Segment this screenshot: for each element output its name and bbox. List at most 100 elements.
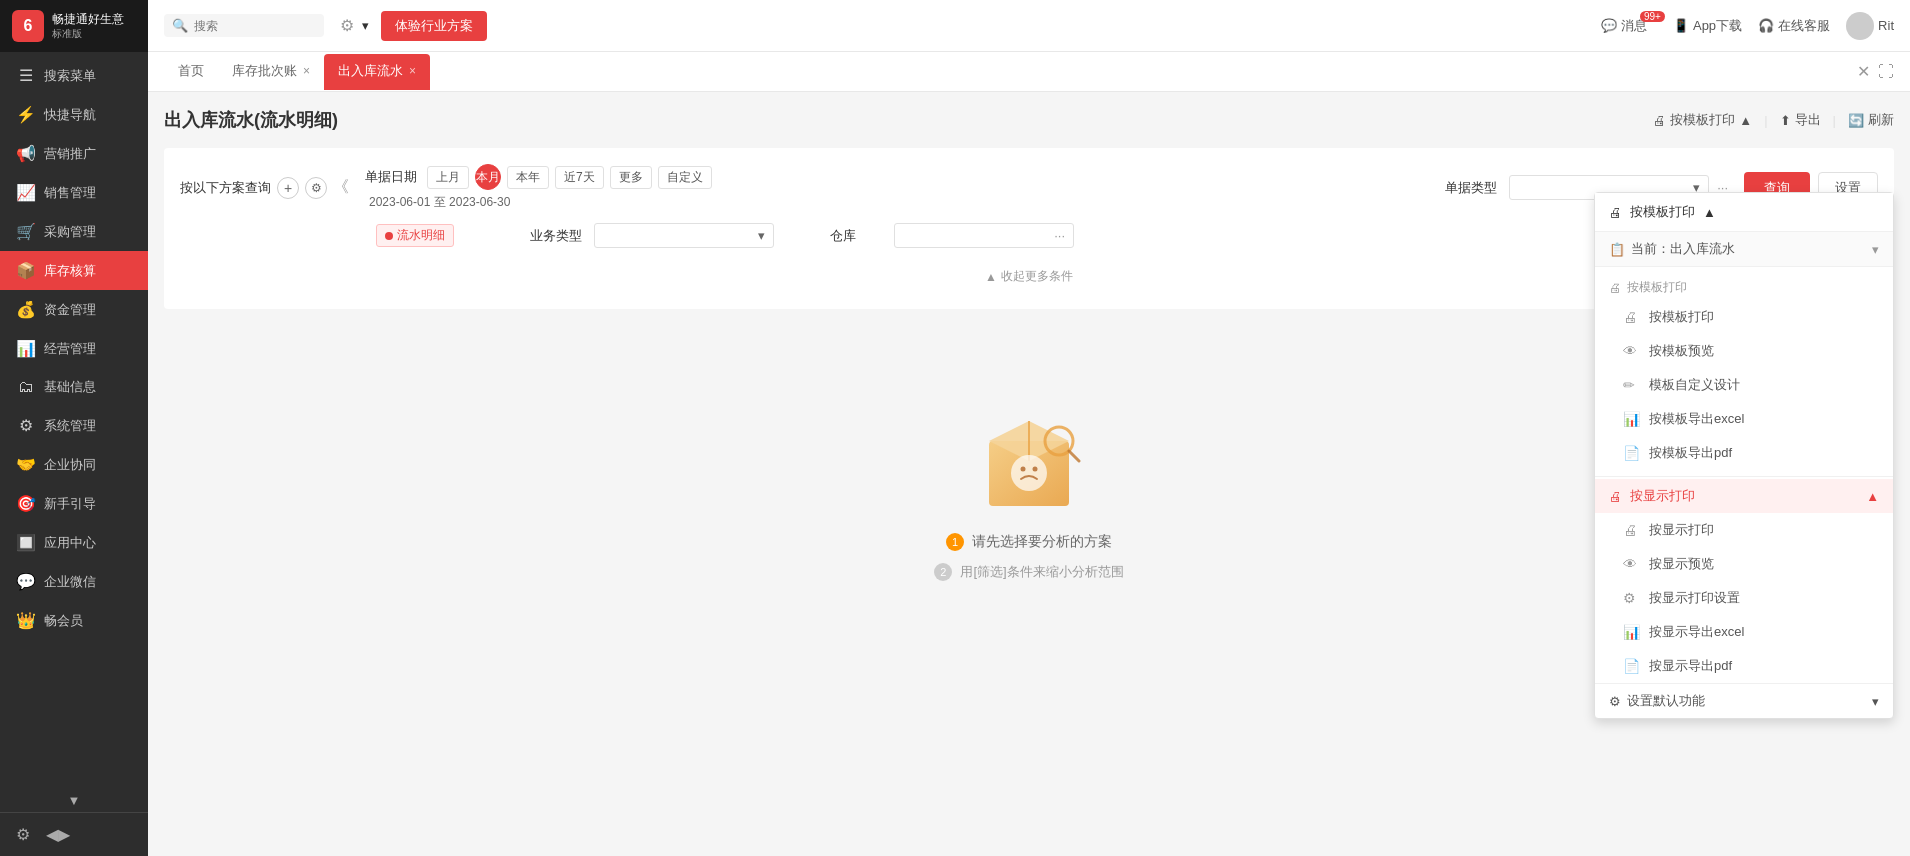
message-icon: 💬 xyxy=(1601,18,1617,33)
sidebar-item-quick-nav[interactable]: ⚡ 快捷导航 xyxy=(0,95,148,134)
sidebar-item-finance[interactable]: 💰 资金管理 xyxy=(0,290,148,329)
tab-close-btn[interactable]: ✕ xyxy=(1857,62,1870,81)
sidebar-item-sales[interactable]: 📈 销售管理 xyxy=(0,173,148,212)
display-preview-item[interactable]: 👁 按显示预览 xyxy=(1595,547,1893,581)
filter-add-btn[interactable]: + xyxy=(277,177,299,199)
sidebar-item-inventory[interactable]: 📦 库存核算 xyxy=(0,251,148,290)
tab-batch-close[interactable]: × xyxy=(303,64,310,78)
display-header-left: 🖨 按显示打印 xyxy=(1609,487,1695,505)
operations-icon: 📊 xyxy=(16,339,36,358)
collapse-icon[interactable]: ◀▶ xyxy=(46,825,70,844)
template-custom-item[interactable]: ✏ 模板自定义设计 xyxy=(1595,368,1893,402)
template-preview-item[interactable]: 👁 按模板预览 xyxy=(1595,334,1893,368)
tab-inventory-flow[interactable]: 出入库流水 × xyxy=(324,54,430,90)
biz-type-label: 业务类型 xyxy=(530,227,586,245)
sidebar-scroll-down[interactable]: ▼ xyxy=(0,789,148,812)
sidebar-item-system[interactable]: ⚙ 系统管理 xyxy=(0,406,148,445)
current-template-row[interactable]: 📋 当前：出入库流水 ▾ xyxy=(1595,232,1893,267)
sidebar-nav: ☰ 搜索菜单 ⚡ 快捷导航 📢 营销推广 📈 销售管理 🛒 采购管理 📦 库存核… xyxy=(0,52,148,789)
tab-right-actions: ✕ ⛶ xyxy=(1857,62,1894,81)
tab-inventory-batch[interactable]: 库存批次账 × xyxy=(218,54,324,90)
display-preview-label: 按显示预览 xyxy=(1649,555,1714,573)
page-header-actions: 🖨 按模板打印 ▲ | ⬆ 导出 | 🔄 刷新 xyxy=(1653,111,1894,129)
warehouse-more-icon[interactable]: ··· xyxy=(1054,228,1065,243)
sidebar-logo: 6 畅捷通好生意 标准版 xyxy=(0,0,148,52)
user-avatar-btn[interactable]: Rit xyxy=(1846,12,1894,40)
tab-home[interactable]: 首页 xyxy=(164,54,218,90)
current-label: 当前：出入库流水 xyxy=(1631,240,1735,258)
display-settings-label: 按显示打印设置 xyxy=(1649,589,1740,607)
template-excel-label: 按模板导出excel xyxy=(1649,410,1744,428)
sidebar-item-enterprise[interactable]: 🤝 企业协同 xyxy=(0,445,148,484)
print-dropdown-header[interactable]: 🖨 按模板打印 ▲ xyxy=(1595,193,1893,232)
date-btn-more[interactable]: 更多 xyxy=(610,166,652,189)
print-template-btn[interactable]: 🖨 按模板打印 ▲ xyxy=(1653,111,1752,129)
system-icon: ⚙ xyxy=(16,416,36,435)
sidebar-item-marketing[interactable]: 📢 营销推广 xyxy=(0,134,148,173)
sales-icon: 📈 xyxy=(16,183,36,202)
sidebar-item-search-menu[interactable]: ☰ 搜索菜单 xyxy=(0,56,148,95)
svg-point-3 xyxy=(1011,455,1047,491)
template-print-item[interactable]: 🖨 按模板打印 xyxy=(1595,300,1893,334)
filter-collapse-btn[interactable]: 《 xyxy=(333,177,349,198)
dropdown-footer[interactable]: ⚙ 设置默认功能 ▾ xyxy=(1595,683,1893,718)
current-icon: 📋 xyxy=(1609,242,1625,257)
chevron-up-icon: ▲ xyxy=(985,270,997,284)
tab-flow-label: 出入库流水 xyxy=(338,62,403,80)
message-btn[interactable]: 💬 消息 99+ xyxy=(1601,17,1657,35)
display-settings-item[interactable]: ⚙ 按显示打印设置 xyxy=(1595,581,1893,615)
template-pdf-item[interactable]: 📄 按模板导出pdf xyxy=(1595,436,1893,470)
app-download-btn[interactable]: 📱 App下载 xyxy=(1673,17,1742,35)
topbar-dropdown-icon[interactable]: ▾ xyxy=(362,18,369,33)
date-btn-prev-month[interactable]: 上月 xyxy=(427,166,469,189)
display-excel-label: 按显示导出excel xyxy=(1649,623,1744,641)
topbar-gear-icon[interactable]: ⚙ xyxy=(340,16,354,35)
sidebar-item-app-center[interactable]: 🔲 应用中心 xyxy=(0,523,148,562)
print-header-label: 按模板打印 xyxy=(1630,203,1695,221)
sidebar-label-wechat: 企业微信 xyxy=(44,573,96,591)
template-print-section: 🖨 按模板打印 🖨 按模板打印 👁 按模板预览 ✏ 模板自定义设计 📊 xyxy=(1595,267,1893,474)
refresh-btn[interactable]: 🔄 刷新 xyxy=(1848,111,1894,129)
sidebar-item-new-guide[interactable]: 🎯 新手引导 xyxy=(0,484,148,523)
industry-btn[interactable]: 体验行业方案 xyxy=(381,11,487,41)
sidebar-item-purchase[interactable]: 🛒 采购管理 xyxy=(0,212,148,251)
template-preview-icon: 👁 xyxy=(1623,343,1641,359)
filter-tag-flow[interactable]: 流水明细 xyxy=(376,224,454,247)
purchase-icon: 🛒 xyxy=(16,222,36,241)
date-btn-this-year[interactable]: 本年 xyxy=(507,166,549,189)
step2-num: 2 xyxy=(934,563,952,581)
display-preview-icon: 👁 xyxy=(1623,556,1641,572)
page-header: 出入库流水(流水明细) 🖨 按模板打印 ▲ | ⬆ 导出 | 🔄 刷新 xyxy=(164,108,1894,132)
search-input[interactable] xyxy=(194,19,314,33)
export-btn[interactable]: ⬆ 导出 xyxy=(1780,111,1821,129)
tab-flow-close[interactable]: × xyxy=(409,64,416,78)
warehouse-filter: 仓库 ··· xyxy=(830,223,1074,248)
template-excel-item[interactable]: 📊 按模板导出excel xyxy=(1595,402,1893,436)
current-chevron: ▾ xyxy=(1872,242,1879,257)
search-box[interactable]: 🔍 xyxy=(164,14,324,37)
sidebar-bottom: ⚙ ◀▶ xyxy=(0,812,148,856)
biz-type-select[interactable]: ▾ xyxy=(594,223,774,248)
display-excel-item[interactable]: 📊 按显示导出excel xyxy=(1595,615,1893,649)
collapse-label: 收起更多条件 xyxy=(1001,268,1073,285)
tab-maximize-btn[interactable]: ⛶ xyxy=(1878,62,1894,81)
member-icon: 👑 xyxy=(16,611,36,630)
sidebar-item-wechat[interactable]: 💬 企业微信 xyxy=(0,562,148,601)
warehouse-select[interactable]: ··· xyxy=(894,223,1074,248)
date-btn-7days[interactable]: 近7天 xyxy=(555,166,604,189)
sidebar-item-basic-info[interactable]: 🗂 基础信息 xyxy=(0,368,148,406)
print-chevron-icon: ▲ xyxy=(1739,113,1752,128)
filter-setting-btn[interactable]: ⚙ xyxy=(305,177,327,199)
display-print-item[interactable]: 🖨 按显示打印 xyxy=(1595,513,1893,547)
settings-icon[interactable]: ⚙ xyxy=(16,825,30,844)
display-section-icon: 🖨 xyxy=(1609,489,1622,504)
sidebar-item-member[interactable]: 👑 畅会员 xyxy=(0,601,148,640)
date-btn-custom[interactable]: 自定义 xyxy=(658,166,712,189)
display-pdf-item[interactable]: 📄 按显示导出pdf xyxy=(1595,649,1893,683)
date-btn-current-month[interactable]: 本月 xyxy=(475,164,501,190)
sidebar-item-operations[interactable]: 📊 经营管理 xyxy=(0,329,148,368)
date-filter-row: 单据日期 上月 本月 本年 近7天 更多 自定义 xyxy=(365,164,712,190)
online-service-btn[interactable]: 🎧 在线客服 xyxy=(1758,17,1830,35)
biz-type-chevron: ▾ xyxy=(758,228,765,243)
display-section-header[interactable]: 🖨 按显示打印 ▲ xyxy=(1595,479,1893,513)
